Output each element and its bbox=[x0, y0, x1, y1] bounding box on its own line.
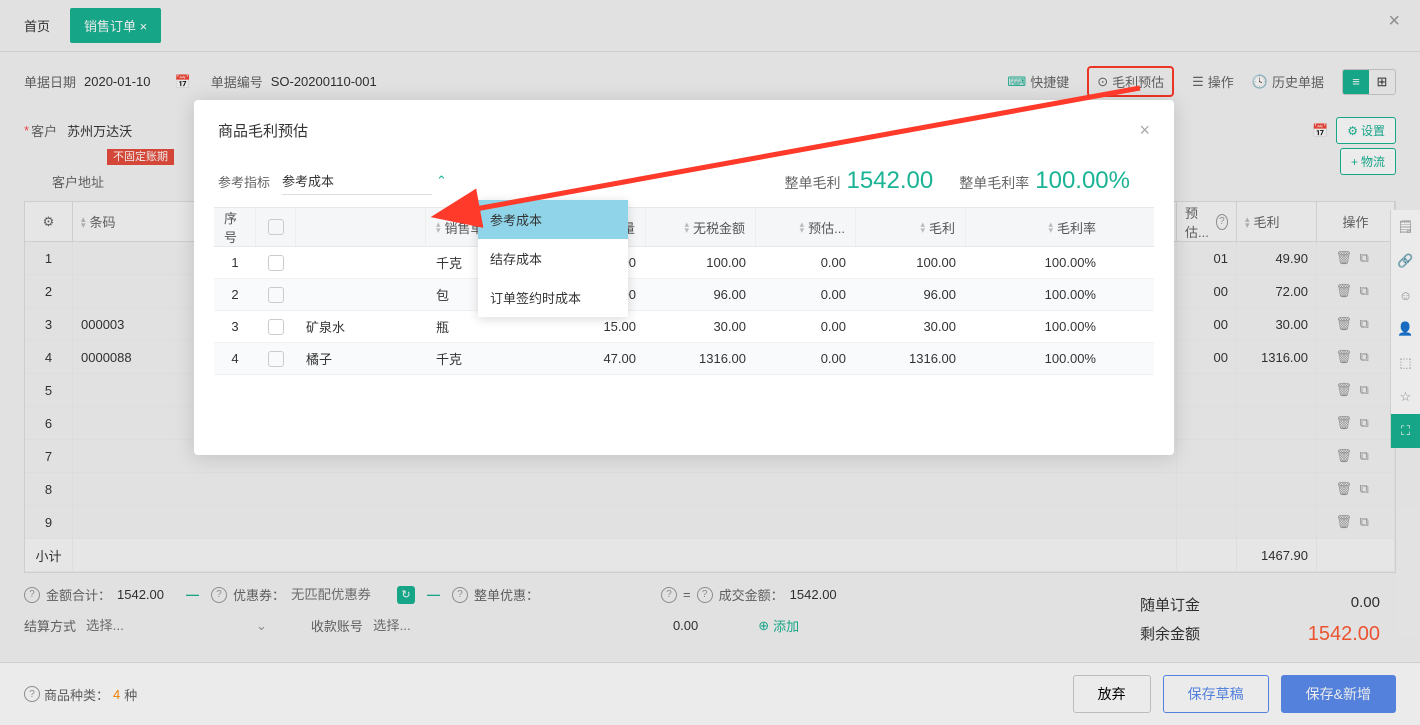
product-header bbox=[296, 208, 426, 246]
total-rate-label: 整单毛利率 bbox=[959, 173, 1029, 193]
checkbox-header[interactable] bbox=[256, 208, 296, 246]
total-profit-value: 1542.00 bbox=[846, 167, 933, 195]
seq-header: 序号 bbox=[214, 208, 256, 246]
option-contract-cost[interactable]: 订单签约时成本 bbox=[478, 278, 628, 317]
chevron-up-icon[interactable]: ⌃ bbox=[436, 173, 448, 189]
modal-title: 商品毛利预估 bbox=[218, 120, 308, 141]
row-checkbox[interactable] bbox=[268, 287, 284, 303]
rate-header[interactable]: ▴▾毛利率 bbox=[966, 208, 1106, 246]
amt-header[interactable]: ▴▾无税金额 bbox=[646, 208, 756, 246]
modal-table-row[interactable]: 3矿泉水瓶15.0030.000.0030.00100.00% bbox=[214, 311, 1154, 343]
profit-modal: 商品毛利预估 × 参考指标 参考成本 ⌃ 整单毛利 1542.00 整单毛利率 … bbox=[194, 100, 1174, 455]
indicator-label: 参考指标 bbox=[218, 172, 270, 191]
modal-close-icon[interactable]: × bbox=[1139, 120, 1150, 141]
modal-table: 序号 ▴▾销售单位 ▴▾数量 ▴▾无税金额 ▴▾预估... ▴▾毛利 ▴▾毛利率… bbox=[214, 207, 1154, 375]
indicator-select[interactable]: 参考成本 bbox=[282, 167, 432, 195]
est-header-modal[interactable]: ▴▾预估... bbox=[756, 208, 856, 246]
modal-table-row[interactable]: 1千克10.00100.000.00100.00100.00% bbox=[214, 247, 1154, 279]
row-checkbox[interactable] bbox=[268, 351, 284, 367]
modal-table-row[interactable]: 2包12.0096.000.0096.00100.00% bbox=[214, 279, 1154, 311]
row-checkbox[interactable] bbox=[268, 255, 284, 271]
modal-table-row[interactable]: 4橘子千克47.001316.000.001316.00100.00% bbox=[214, 343, 1154, 375]
indicator-dropdown: 参考成本 结存成本 订单签约时成本 bbox=[478, 200, 628, 317]
row-checkbox[interactable] bbox=[268, 319, 284, 335]
total-rate-value: 100.00% bbox=[1035, 167, 1130, 195]
total-profit-label: 整单毛利 bbox=[784, 173, 840, 193]
prof-header[interactable]: ▴▾毛利 bbox=[856, 208, 966, 246]
option-reference-cost[interactable]: 参考成本 bbox=[478, 200, 628, 239]
option-balance-cost[interactable]: 结存成本 bbox=[478, 239, 628, 278]
